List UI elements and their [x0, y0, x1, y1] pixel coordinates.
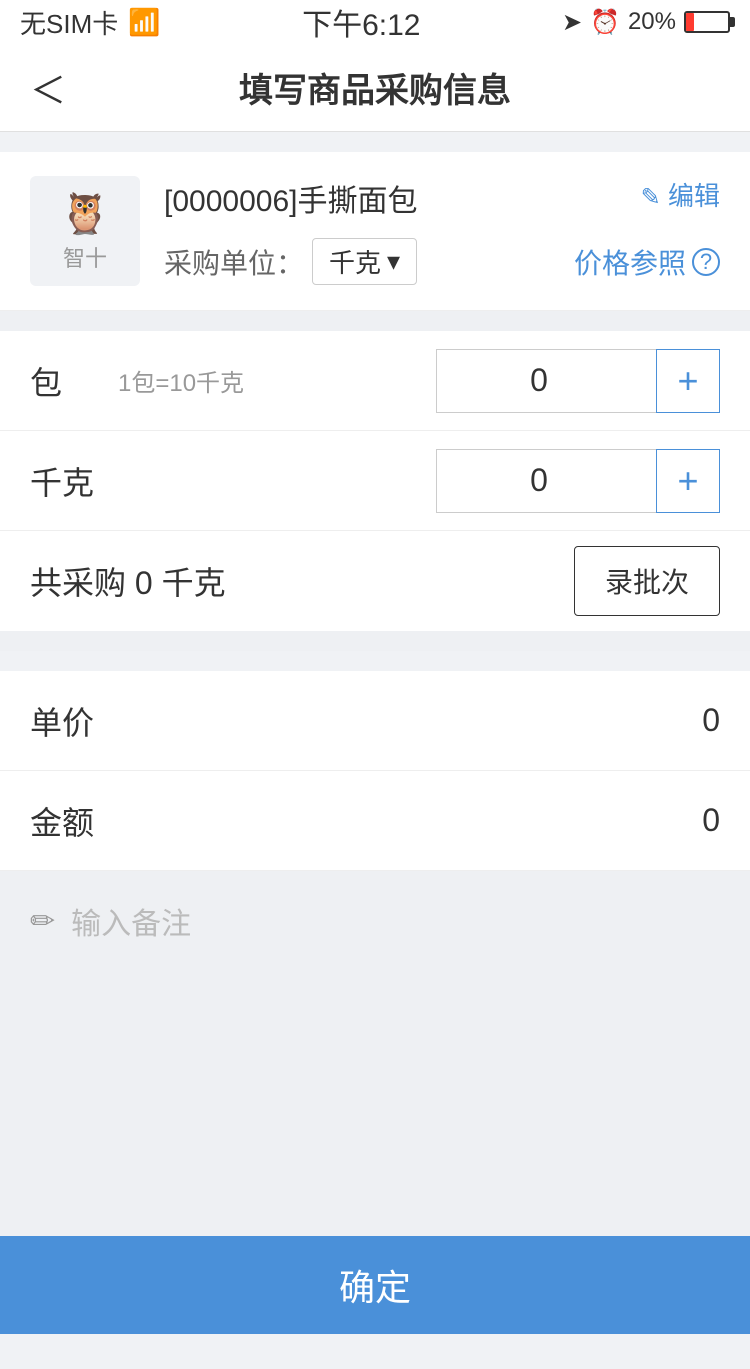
page-wrapper: 无SIM卡 📶 下午6:12 ➤ ⏰ 20% ＜ 填写商品采购信息 🦉 智十 [: [0, 0, 750, 1369]
remark-placeholder: 输入备注: [71, 899, 191, 943]
product-info: [0000006]手撕面包 ✎ 编辑 采购单位： 千克 ▾: [164, 176, 720, 285]
unit-price-value: 0: [702, 702, 720, 739]
edit-button[interactable]: ✎ 编辑: [641, 176, 720, 213]
chevron-down-icon: ▾: [387, 246, 400, 277]
status-left: 无SIM卡 📶: [20, 4, 161, 41]
battery-fill: [686, 13, 694, 31]
remark-section[interactable]: ✏ 输入备注: [0, 871, 750, 971]
owl-label: 智十: [63, 241, 107, 273]
bag-plus-button[interactable]: +: [656, 349, 720, 413]
status-time: 下午6:12: [302, 0, 420, 44]
status-bar: 无SIM卡 📶 下午6:12 ➤ ⏰ 20%: [0, 0, 750, 44]
location-icon: ➤: [562, 8, 582, 37]
kg-input-row: 千克 +: [0, 431, 750, 531]
content-area: 🦉 智十 [0000006]手撕面包 ✎ 编辑 采购单位： 千克: [0, 132, 750, 1369]
help-icon: ?: [692, 248, 720, 276]
section-divider-2: [0, 631, 750, 651]
back-button[interactable]: ＜: [30, 62, 66, 114]
edit-label: 编辑: [668, 181, 720, 211]
product-name: [0000006]手撕面包: [164, 176, 417, 220]
batch-button[interactable]: 录批次: [574, 546, 720, 616]
total-text: 共采购 0 千克: [30, 558, 226, 604]
product-card: 🦉 智十 [0000006]手撕面包 ✎ 编辑 采购单位： 千克: [0, 152, 750, 311]
bag-sublabel: 1包=10千克: [118, 363, 244, 398]
confirm-button[interactable]: 确定: [0, 1236, 750, 1334]
total-prefix: 共采购: [30, 565, 126, 601]
unit-price-label: 单价: [30, 698, 94, 744]
carrier-text: 无SIM卡: [20, 4, 118, 41]
total-unit: 千克: [162, 565, 226, 601]
pencil-icon: ✏: [30, 904, 55, 939]
page-title: 填写商品采购信息: [239, 63, 511, 112]
bag-input-row: 包 1包=10千克 +: [0, 331, 750, 431]
battery-percent: 20%: [628, 8, 676, 36]
kg-input[interactable]: [436, 449, 656, 513]
total-row: 共采购 0 千克 录批次: [0, 531, 750, 631]
total-amount: 0: [135, 565, 162, 601]
unit-select[interactable]: 千克 ▾: [312, 238, 417, 285]
product-thumbnail: 🦉 智十: [30, 176, 140, 286]
kg-plus-button[interactable]: +: [656, 449, 720, 513]
info-section: 单价 0 金额 0: [0, 671, 750, 871]
bag-label: 包: [30, 358, 110, 404]
wifi-icon: 📶: [128, 7, 160, 38]
bag-input[interactable]: [436, 349, 656, 413]
input-section: 包 1包=10千克 + 千克 +: [0, 331, 750, 531]
price-ref-label: 价格参照: [574, 242, 686, 282]
product-unit-row: 采购单位： 千克 ▾ 价格参照 ?: [164, 238, 720, 285]
product-header: [0000006]手撕面包 ✎ 编辑: [164, 176, 720, 220]
nav-bar: ＜ 填写商品采购信息: [0, 44, 750, 132]
price-ref-button[interactable]: 价格参照 ?: [574, 242, 720, 282]
amount-value: 0: [702, 802, 720, 839]
owl-icon: 🦉: [60, 190, 110, 237]
bag-input-control: +: [436, 349, 720, 413]
status-right: ➤ ⏰ 20%: [562, 8, 730, 37]
unit-label-text: 采购单位：: [164, 242, 304, 282]
unit-label: 采购单位： 千克 ▾: [164, 238, 417, 285]
amount-row: 金额 0: [0, 771, 750, 871]
kg-label: 千克: [30, 458, 110, 504]
unit-value: 千克: [329, 243, 381, 280]
alarm-icon: ⏰: [590, 8, 620, 37]
battery-indicator: [684, 11, 730, 33]
kg-input-control: +: [436, 449, 720, 513]
amount-label: 金额: [30, 798, 94, 844]
empty-space: [0, 971, 750, 1271]
unit-price-row: 单价 0: [0, 671, 750, 771]
section-divider-1: [0, 311, 750, 331]
edit-icon: ✎: [641, 184, 661, 211]
